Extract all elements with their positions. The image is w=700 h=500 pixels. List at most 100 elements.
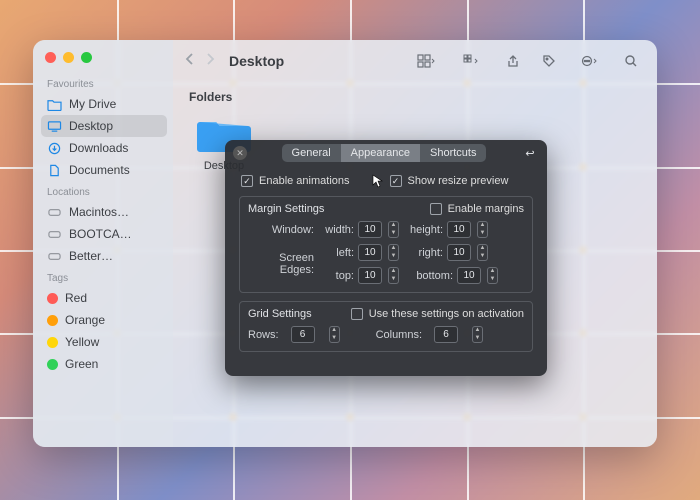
window-label: Window: [248,224,320,236]
finder-toolbar: Desktop [173,40,657,82]
tag-dot-icon [47,293,58,304]
stepper-icon[interactable]: ▲▼ [487,267,498,284]
sidebar-item-label: Orange [65,313,105,327]
left-label: left: [320,247,354,259]
tag-dot-icon [47,315,58,326]
checkbox-icon [351,308,363,320]
close-button[interactable] [45,52,56,63]
preferences-titlebar: ✕ General Appearance Shortcuts ↩ [225,140,547,166]
grid-settings-group: Grid Settings Use these settings on acti… [239,301,533,352]
top-input[interactable]: 10 [358,267,382,284]
back-icon[interactable]: ↩ [521,147,539,160]
preferences-panel[interactable]: ✕ General Appearance Shortcuts ↩ Enable … [225,140,547,376]
sidebar-item-mydrive[interactable]: My Drive [41,93,167,115]
enable-margins-checkbox[interactable]: Enable margins [430,203,524,215]
search-button[interactable] [617,50,645,72]
close-icon[interactable]: ✕ [233,146,247,160]
finder-sidebar: Favourites My Drive Desktop Downloads Do… [33,40,173,447]
height-input[interactable]: 10 [447,221,471,238]
checkbox-label: Enable margins [448,203,524,215]
stepper-icon[interactable]: ▲▼ [388,244,399,261]
sidebar-header-favourites: Favourites [41,73,167,93]
bottom-input[interactable]: 10 [457,267,481,284]
sidebar-item-bootcamp[interactable]: BOOTCA… [41,223,167,245]
group-title: Grid Settings [248,308,312,320]
window-controls [41,48,167,73]
back-button[interactable] [185,52,195,71]
tab-general[interactable]: General [282,144,341,162]
margin-settings-group: Margin Settings Enable margins Window: w… [239,196,533,293]
stepper-icon[interactable]: ▲▼ [329,326,340,343]
cursor-icon [372,174,384,188]
right-label: right: [409,247,443,259]
right-input[interactable]: 10 [447,244,471,261]
view-mode-button[interactable] [407,50,445,72]
screen-edges-label: Screen Edges: [248,252,320,276]
preferences-tabs: General Appearance Shortcuts [282,144,487,162]
sidebar-item-label: Green [65,357,98,371]
section-header: Folders [189,88,641,112]
checkbox-label: Enable animations [259,175,350,187]
tag-dot-icon [47,359,58,370]
sidebar-item-label: BOOTCA… [69,227,132,241]
checkbox-label: Use these settings on activation [369,308,524,320]
sidebar-item-better[interactable]: Better… [41,245,167,267]
minimize-button[interactable] [63,52,74,63]
download-icon [47,142,62,155]
sidebar-header-tags: Tags [41,267,167,287]
sidebar-item-label: Macintos… [69,205,129,219]
folder-icon [47,98,62,111]
sidebar-tag-orange[interactable]: Orange [41,309,167,331]
tab-shortcuts[interactable]: Shortcuts [420,144,486,162]
group-title: Margin Settings [248,203,324,215]
width-label: width: [320,224,354,236]
height-label: height: [409,224,443,236]
sidebar-item-label: Red [65,291,87,305]
forward-button[interactable] [205,52,215,71]
width-input[interactable]: 10 [358,221,382,238]
sidebar-tag-yellow[interactable]: Yellow [41,331,167,353]
action-button[interactable] [571,50,609,72]
checkbox-icon [241,175,253,187]
group-by-button[interactable] [453,50,491,72]
window-title: Desktop [229,53,284,69]
sidebar-item-desktop[interactable]: Desktop [41,115,167,137]
rows-label: Rows: [248,329,279,341]
columns-label: Columns: [376,329,422,341]
disk-icon [47,250,62,263]
tab-appearance[interactable]: Appearance [341,144,420,162]
left-input[interactable]: 10 [358,244,382,261]
sidebar-item-label: Downloads [69,141,128,155]
enable-animations-checkbox[interactable]: Enable animations [241,175,350,187]
checkbox-label: Show resize preview [408,175,509,187]
desktop-icon [47,120,62,133]
stepper-icon[interactable]: ▲▼ [472,326,483,343]
share-button[interactable] [499,50,527,72]
sidebar-item-documents[interactable]: Documents [41,159,167,181]
tag-button[interactable] [535,50,563,72]
disk-icon [47,228,62,241]
rows-input[interactable]: 6 [291,326,315,343]
stepper-icon[interactable]: ▲▼ [477,244,488,261]
stepper-icon[interactable]: ▲▼ [477,221,488,238]
stepper-icon[interactable]: ▲▼ [388,221,399,238]
sidebar-tag-red[interactable]: Red [41,287,167,309]
top-label: top: [320,270,354,282]
sidebar-item-downloads[interactable]: Downloads [41,137,167,159]
stepper-icon[interactable]: ▲▼ [388,267,399,284]
sidebar-item-label: Documents [69,163,130,177]
sidebar-item-label: Better… [69,249,113,263]
show-resize-preview-checkbox[interactable]: Show resize preview [372,174,509,188]
use-on-activation-checkbox[interactable]: Use these settings on activation [351,308,524,320]
sidebar-item-macintosh[interactable]: Macintos… [41,201,167,223]
checkbox-icon [390,175,402,187]
columns-input[interactable]: 6 [434,326,458,343]
checkbox-icon [430,203,442,215]
sidebar-item-label: My Drive [69,97,116,111]
disk-icon [47,206,62,219]
sidebar-item-label: Desktop [69,119,113,133]
document-icon [47,164,62,177]
sidebar-tag-green[interactable]: Green [41,353,167,375]
zoom-button[interactable] [81,52,92,63]
bottom-label: bottom: [409,270,453,282]
